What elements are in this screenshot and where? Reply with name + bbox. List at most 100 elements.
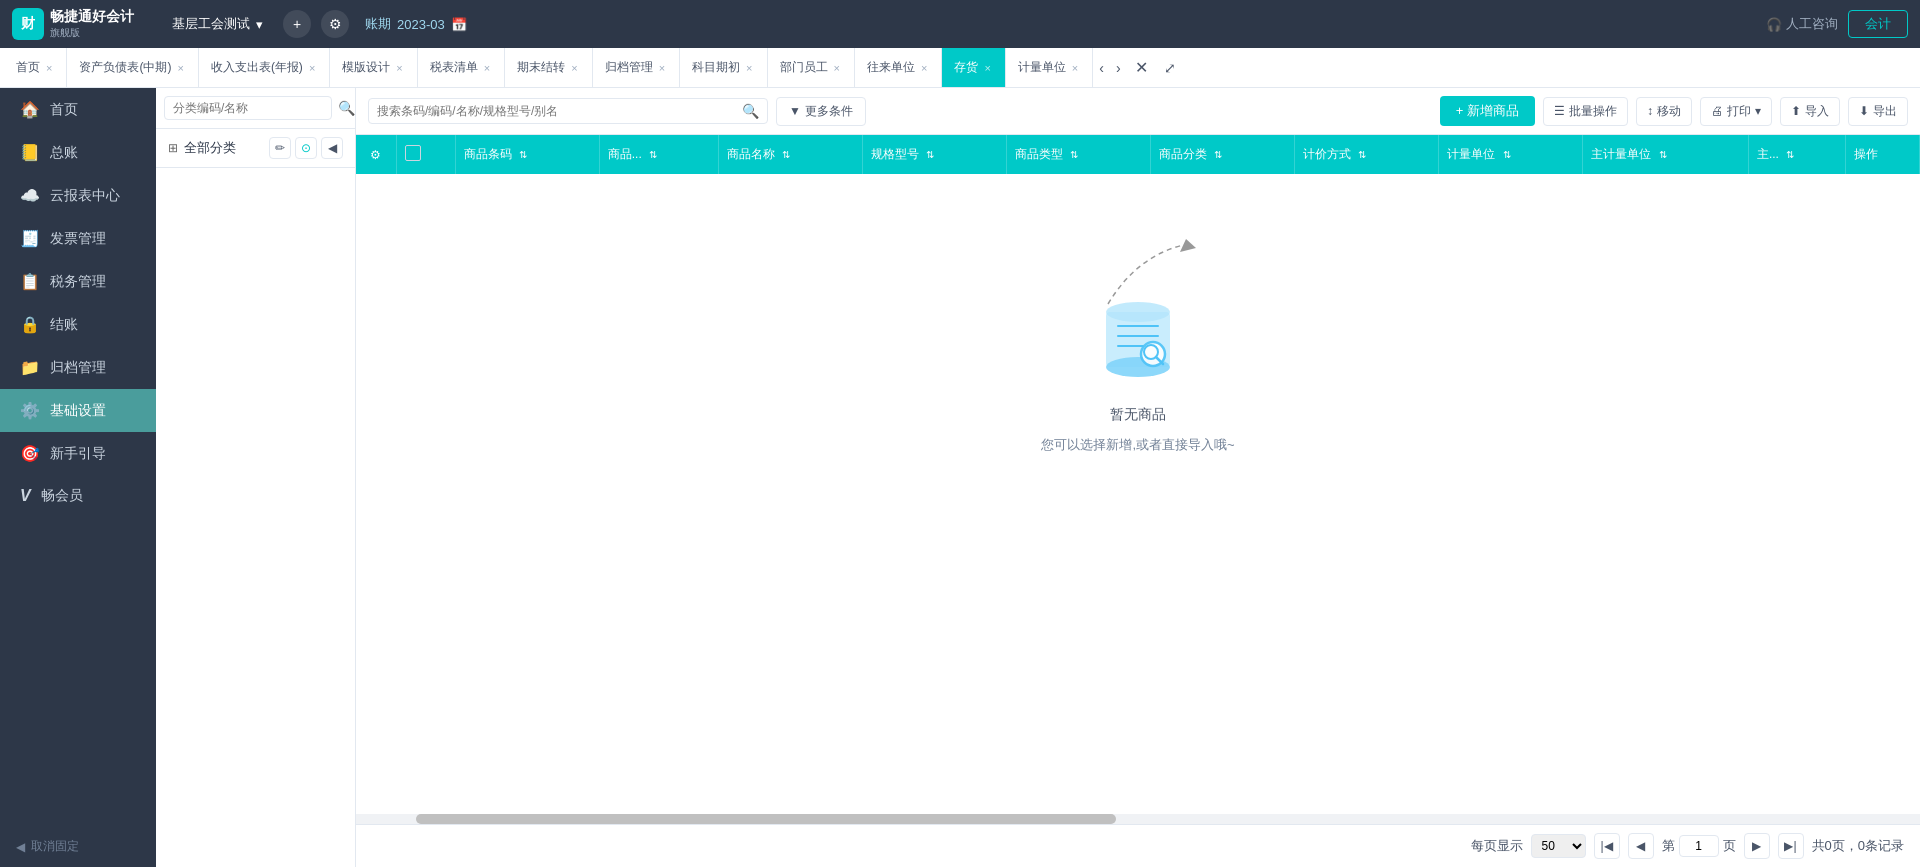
- pagination-bar: 每页显示 50 10 20 100 |◀ ◀ 第 页: [356, 824, 1920, 867]
- sidebar-item-ledger[interactable]: 📒 总账: [0, 131, 156, 174]
- per-page-dropdown[interactable]: 50 10 20 100: [1531, 834, 1586, 858]
- tab-close-subject[interactable]: ×: [744, 61, 754, 75]
- tab-maximize-button[interactable]: ⤢: [1156, 48, 1184, 88]
- import-button[interactable]: ⬆ 导入: [1780, 97, 1840, 126]
- first-page-button[interactable]: |◀: [1594, 833, 1620, 859]
- edit-category-button[interactable]: ✏: [269, 137, 291, 159]
- sort-main-short-icon[interactable]: ⇅: [1786, 149, 1794, 160]
- account-button[interactable]: 会计: [1848, 10, 1908, 38]
- empty-sub-text: 您可以选择新增,或者直接导入哦~: [1041, 436, 1234, 454]
- company-selector[interactable]: 基层工会测试 ▾: [162, 11, 273, 37]
- col-type[interactable]: 商品类型 ⇅: [1006, 135, 1150, 174]
- left-panel: 🔍 ⊞ 全部分类 ✏ ⊙ ◀: [156, 88, 356, 867]
- horizontal-scrollbar[interactable]: [356, 814, 1920, 824]
- page-number-input[interactable]: [1679, 835, 1719, 857]
- add-tab-button[interactable]: +: [283, 10, 311, 38]
- export-button[interactable]: ⬇ 导出: [1848, 97, 1908, 126]
- table-checkbox-header[interactable]: [396, 135, 455, 174]
- sidebar-item-invoice[interactable]: 🧾 发票管理: [0, 217, 156, 260]
- col-main-short[interactable]: 主... ⇅: [1748, 135, 1845, 174]
- sort-type-icon[interactable]: ⇅: [1070, 149, 1078, 160]
- tab-close-balance[interactable]: ×: [175, 61, 185, 75]
- sidebar-item-basic-settings[interactable]: ⚙️ 基础设置: [0, 389, 156, 432]
- calendar-icon[interactable]: 📅: [451, 17, 467, 32]
- table-settings-header[interactable]: ⚙: [356, 135, 396, 174]
- empty-state: 暂无商品 您可以选择新增,或者直接导入哦~: [356, 174, 1920, 514]
- product-search-input[interactable]: [377, 104, 736, 118]
- tab-close-home[interactable]: ×: [44, 61, 54, 75]
- tab-next-button[interactable]: ›: [1110, 48, 1127, 88]
- col-name[interactable]: 商品名称 ⇅: [718, 135, 862, 174]
- category-search-input[interactable]: [164, 96, 332, 120]
- tab-archive[interactable]: 归档管理 ×: [593, 48, 680, 88]
- sort-spec-icon[interactable]: ⇅: [926, 149, 934, 160]
- tab-unit[interactable]: 计量单位 ×: [1006, 48, 1093, 88]
- collapse-panel-button[interactable]: ◀: [321, 137, 343, 159]
- tab-prev-button[interactable]: ‹: [1093, 48, 1110, 88]
- tab-tax-list[interactable]: 税表清单 ×: [418, 48, 505, 88]
- sort-main-unit-icon[interactable]: ⇅: [1659, 149, 1667, 160]
- tab-income-statement[interactable]: 收入支出表(年报) ×: [199, 48, 330, 88]
- gear-icon: ⚙️: [20, 401, 40, 420]
- sidebar-item-tax[interactable]: 📋 税务管理: [0, 260, 156, 303]
- chevron-down-icon: ▾: [256, 17, 263, 32]
- sidebar-item-close-period[interactable]: 🔒 结账: [0, 303, 156, 346]
- col-unit[interactable]: 计量单位 ⇅: [1439, 135, 1583, 174]
- tab-dept-staff[interactable]: 部门员工 ×: [768, 48, 855, 88]
- cancel-fixed-button[interactable]: ◀ 取消固定: [0, 826, 156, 867]
- tab-close-dept[interactable]: ×: [832, 61, 842, 75]
- move-button[interactable]: ↕ 移动: [1636, 97, 1692, 126]
- customer-service[interactable]: 🎧 人工咨询: [1766, 15, 1838, 33]
- tab-close-income[interactable]: ×: [307, 61, 317, 75]
- next-page-button[interactable]: ▶: [1744, 833, 1770, 859]
- tab-close-contacts[interactable]: ×: [919, 61, 929, 75]
- sidebar-item-cloud-reports[interactable]: ☁️ 云报表中心: [0, 174, 156, 217]
- last-page-button[interactable]: ▶|: [1778, 833, 1804, 859]
- tab-bar: 首页 × 资产负债表(中期) × 收入支出表(年报) × 模版设计 × 税表清单…: [0, 48, 1920, 88]
- tab-home[interactable]: 首页 ×: [4, 48, 67, 88]
- product-search-icon[interactable]: 🔍: [742, 103, 759, 119]
- sort-code-icon[interactable]: ⇅: [649, 149, 657, 160]
- col-main-unit[interactable]: 主计量单位 ⇅: [1583, 135, 1749, 174]
- print-button[interactable]: 🖨 打印 ▾: [1700, 97, 1772, 126]
- tab-template-design[interactable]: 模版设计 ×: [330, 48, 417, 88]
- expand-category-button[interactable]: ⊙: [295, 137, 317, 159]
- right-content: 🔍 ▼ 更多条件 + 新增商品 ☰ 批量操作 ↕ 移动: [356, 88, 1920, 867]
- tab-close-all-button[interactable]: ✕: [1127, 48, 1156, 88]
- grid-icon: ⊞: [168, 141, 178, 155]
- sort-category-icon[interactable]: ⇅: [1214, 149, 1222, 160]
- sort-unit-icon[interactable]: ⇅: [1503, 149, 1511, 160]
- sidebar-item-member[interactable]: V 畅会员: [0, 475, 156, 517]
- col-barcode[interactable]: 商品条码 ⇅: [455, 135, 599, 174]
- content-area: 🔍 ⊞ 全部分类 ✏ ⊙ ◀: [156, 88, 1920, 867]
- add-product-button[interactable]: + 新增商品: [1440, 96, 1535, 126]
- col-code[interactable]: 商品... ⇅: [599, 135, 718, 174]
- sidebar-item-archive[interactable]: 📁 归档管理: [0, 346, 156, 389]
- col-pricing[interactable]: 计价方式 ⇅: [1295, 135, 1439, 174]
- prev-page-button[interactable]: ◀: [1628, 833, 1654, 859]
- batch-operation-button[interactable]: ☰ 批量操作: [1543, 97, 1628, 126]
- scroll-thumb[interactable]: [416, 814, 1116, 824]
- category-search-icon[interactable]: 🔍: [338, 100, 355, 116]
- tab-period-carry[interactable]: 期末结转 ×: [505, 48, 592, 88]
- col-spec[interactable]: 规格型号 ⇅: [862, 135, 1006, 174]
- sort-name-icon[interactable]: ⇅: [782, 149, 790, 160]
- tab-close-archive[interactable]: ×: [657, 61, 667, 75]
- tab-contacts[interactable]: 往来单位 ×: [855, 48, 942, 88]
- sidebar-item-guide[interactable]: 🎯 新手引导: [0, 432, 156, 475]
- sort-barcode-icon[interactable]: ⇅: [519, 149, 527, 160]
- col-category[interactable]: 商品分类 ⇅: [1151, 135, 1295, 174]
- sort-pricing-icon[interactable]: ⇅: [1358, 149, 1366, 160]
- tab-close-template[interactable]: ×: [394, 61, 404, 75]
- tab-close-unit[interactable]: ×: [1070, 61, 1080, 75]
- tab-close-tax[interactable]: ×: [482, 61, 492, 75]
- tab-inventory[interactable]: 存货 ×: [942, 48, 1005, 88]
- tab-subject-init[interactable]: 科目期初 ×: [680, 48, 767, 88]
- tab-balance-sheet[interactable]: 资产负债表(中期) ×: [67, 48, 198, 88]
- more-filters-button[interactable]: ▼ 更多条件: [776, 97, 866, 126]
- settings-button[interactable]: ⚙: [321, 10, 349, 38]
- tab-close-period[interactable]: ×: [569, 61, 579, 75]
- sidebar-item-home[interactable]: 🏠 首页: [0, 88, 156, 131]
- tab-close-inventory[interactable]: ×: [982, 61, 992, 75]
- select-all-checkbox[interactable]: [405, 145, 421, 161]
